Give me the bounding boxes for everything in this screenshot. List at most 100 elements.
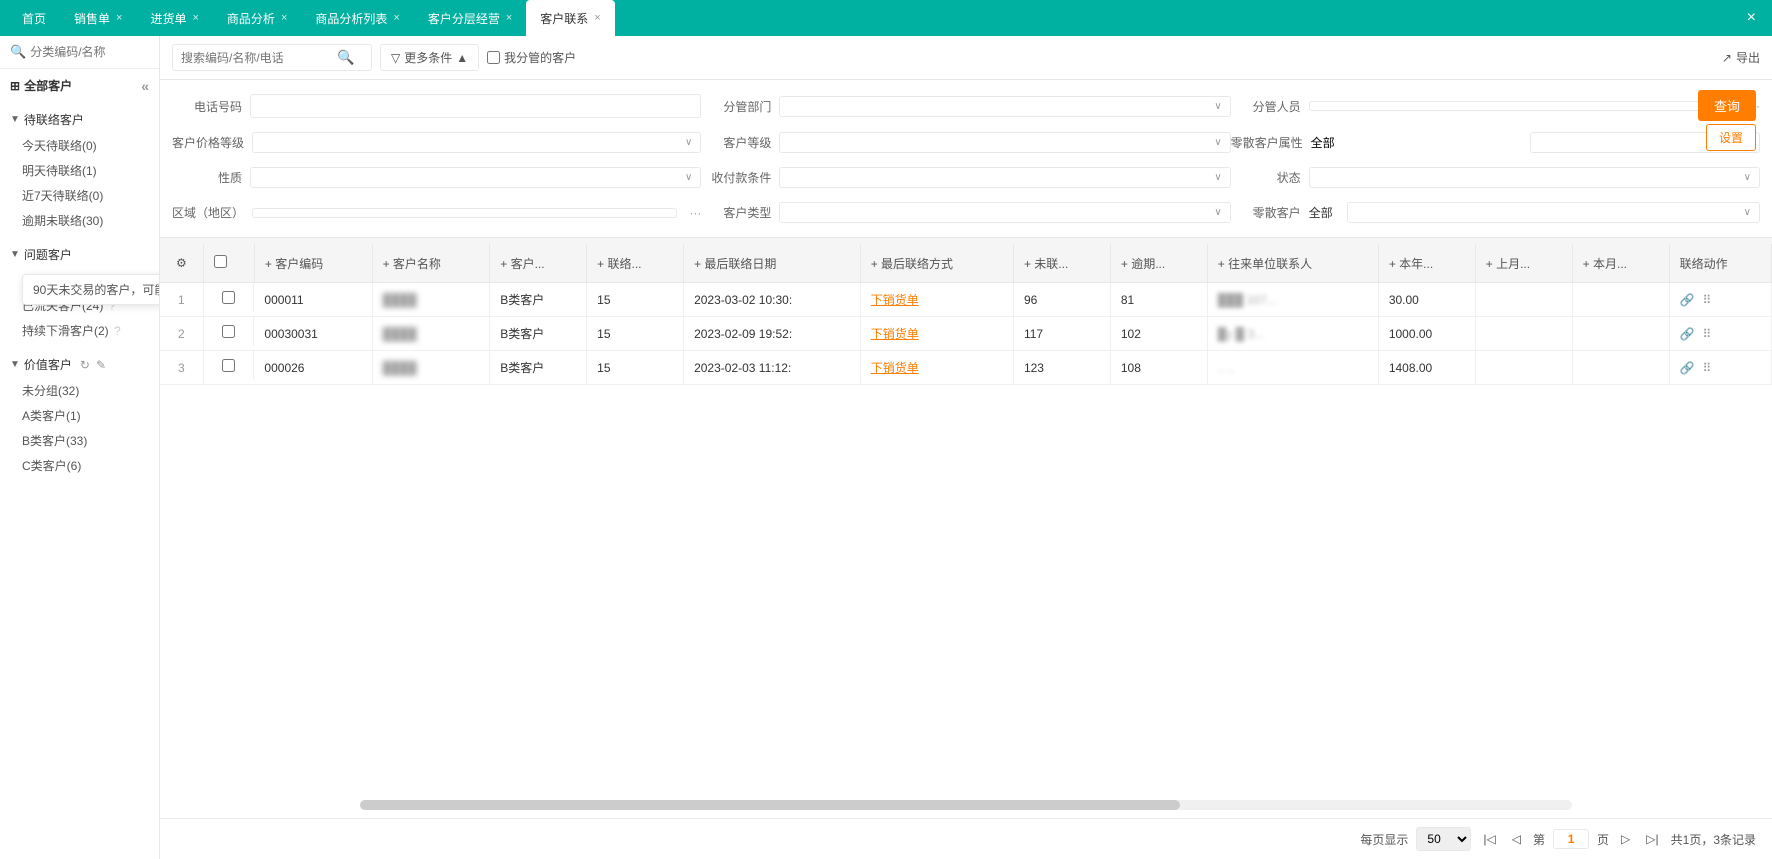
table-header-row: ⚙ + 客户编码 + 客户名称 + 客户...: [160, 244, 1772, 283]
search-bar: 🔍 ▽ 更多条件 ▲ 我分管的客户 ↗ 导出: [160, 36, 1772, 80]
type-select[interactable]: ∨: [779, 202, 1230, 223]
section-pending-title[interactable]: ▼ 待联络客户: [0, 106, 159, 133]
sidebar-a-customers[interactable]: A类客户(1): [0, 403, 159, 428]
tab-purchase-close[interactable]: ×: [192, 12, 198, 24]
row-person: █y █ 3...: [1207, 317, 1378, 351]
col-code-label: + 客户编码: [265, 257, 323, 271]
dept-chevron: ∨: [1214, 101, 1221, 112]
sidebar-search-input[interactable]: [30, 45, 160, 59]
sidebar-b-customers[interactable]: B类客户(33): [0, 428, 159, 453]
search-input-wrap: 🔍: [172, 44, 372, 71]
my-customers-checkbox[interactable]: [487, 51, 500, 64]
attr-value: 全部: [1311, 134, 1335, 151]
action-link-icon[interactable]: 🔗: [1680, 361, 1695, 375]
action-more-icon[interactable]: ⠿: [1703, 327, 1712, 341]
main-search-input[interactable]: [181, 51, 331, 65]
row-overdue: 102: [1110, 317, 1207, 351]
sidebar-all-customers[interactable]: ⊞ 全部客户 «: [0, 69, 159, 102]
section-pending-label: 待联络客户: [24, 111, 84, 128]
tab-sales[interactable]: 销售单 ×: [60, 0, 136, 36]
table-settings-icon[interactable]: ⚙: [170, 252, 193, 274]
sidebar-ungrouped[interactable]: 未分组(32): [0, 378, 159, 403]
row-last-method: 下销货单: [860, 283, 1013, 317]
tab-analysis-list-close[interactable]: ×: [393, 12, 399, 24]
section-pending: ▼ 待联络客户 今天待联络(0) 明天待联络(1) 近7天待联络(0) 逾期未联…: [0, 106, 159, 233]
action-more-icon[interactable]: ⠿: [1703, 293, 1712, 307]
tab-customer-contact[interactable]: 客户联系 ×: [526, 0, 614, 36]
price-level-select[interactable]: ∨: [252, 132, 701, 153]
refresh-icon[interactable]: ↻: [80, 358, 90, 372]
tab-customer-contact-close[interactable]: ×: [594, 12, 600, 24]
col-uncontact-label: + 未联...: [1024, 257, 1068, 271]
tab-analysis[interactable]: 商品分析 ×: [213, 0, 301, 36]
query-btn[interactable]: 查询: [1698, 90, 1756, 121]
person-label: 分管人员: [1231, 98, 1301, 115]
payment-select[interactable]: ∨: [779, 167, 1230, 188]
tab-purchase[interactable]: 进货单 ×: [136, 0, 212, 36]
attr-label: 零散客户属性: [1231, 134, 1303, 151]
edit-icon[interactable]: ✎: [96, 358, 106, 372]
action-link-icon[interactable]: 🔗: [1680, 327, 1695, 341]
tab-sales-close[interactable]: ×: [116, 12, 122, 24]
gender-select[interactable]: ∨: [250, 167, 701, 188]
per-page-select[interactable]: 50 20 100: [1416, 827, 1471, 851]
sidebar-tomorrow-pending[interactable]: 明天待联络(1): [0, 158, 159, 183]
action-more-icon[interactable]: ⠿: [1703, 361, 1712, 375]
col-last-date-label: + 最后联络日期: [694, 257, 776, 271]
row-method-link[interactable]: 下销货单: [871, 327, 919, 341]
col-settings[interactable]: ⚙: [160, 244, 203, 283]
section-value-label: 价值客户: [24, 356, 72, 373]
sidebar-tomorrow-pending-label: 明天待联络(1): [22, 164, 97, 178]
sidebar-declining[interactable]: 持续下滑客户(2) ?: [0, 318, 159, 343]
export-icon: ↗: [1722, 51, 1732, 65]
row-code: 00030031: [254, 317, 372, 351]
row-checkbox[interactable]: [222, 291, 235, 304]
collapse-icon[interactable]: «: [141, 78, 149, 94]
action-link-icon[interactable]: 🔗: [1680, 293, 1695, 307]
sidebar-today-pending[interactable]: 今天待联络(0): [0, 133, 159, 158]
main-search-btn[interactable]: 🔍: [337, 49, 354, 66]
row-num: 1: [160, 283, 203, 317]
region-select[interactable]: [252, 208, 677, 218]
page-input[interactable]: [1553, 829, 1589, 849]
close-all-tabs[interactable]: ×: [1739, 9, 1764, 27]
section-value-title[interactable]: ▼ 价值客户 ↻ ✎: [0, 351, 159, 378]
phone-input[interactable]: [250, 94, 701, 118]
row-checkbox[interactable]: [222, 359, 235, 372]
sidebar-c-customers[interactable]: C类客户(6): [0, 453, 159, 478]
export-btn[interactable]: ↗ 导出: [1722, 49, 1760, 66]
tab-analysis-list[interactable]: 商品分析列表 ×: [301, 0, 413, 36]
prev-page-btn[interactable]: ◁: [1508, 830, 1525, 848]
region-more[interactable]: ···: [689, 206, 701, 220]
section-problem-title[interactable]: ▼ 问题客户: [0, 241, 159, 268]
dept-select[interactable]: ∨: [779, 96, 1230, 117]
last-page-btn[interactable]: ▷|: [1642, 830, 1662, 848]
horizontal-scrollbar[interactable]: [360, 800, 1572, 810]
row-checkbox[interactable]: [222, 325, 235, 338]
cust-level-select[interactable]: ∨: [779, 132, 1230, 153]
sidebar-overdue-pending[interactable]: 逾期未联络(30): [0, 208, 159, 233]
settings-btn[interactable]: 设置: [1706, 124, 1756, 151]
row-method-link[interactable]: 下销货单: [871, 293, 919, 307]
tab-analysis-close[interactable]: ×: [281, 12, 287, 24]
sidebar-week-pending[interactable]: 近7天待联络(0): [0, 183, 159, 208]
status-select[interactable]: ∨: [1309, 167, 1760, 188]
col-checkbox: [203, 244, 254, 283]
more-filters-btn[interactable]: ▽ 更多条件 ▲: [380, 44, 479, 71]
tab-customer-layer-close[interactable]: ×: [506, 12, 512, 24]
row-checkbox-cell: [204, 317, 255, 346]
tab-home[interactable]: 首页: [8, 0, 60, 36]
retail-select[interactable]: ∨: [1347, 202, 1760, 223]
first-page-btn[interactable]: |◁: [1479, 830, 1499, 848]
select-all-checkbox[interactable]: [214, 255, 227, 268]
tab-customer-layer[interactable]: 客户分层经营 ×: [414, 0, 526, 36]
my-customers-label: 我分管的客户: [504, 49, 576, 66]
person-select[interactable]: [1309, 101, 1736, 111]
table-footer: 每页显示 50 20 100 |◁ ◁ 第 页 ▷ ▷| 共1页，3条记录: [160, 818, 1772, 859]
col-action: 联络动作: [1669, 244, 1771, 283]
next-page-btn[interactable]: ▷: [1617, 830, 1634, 848]
row-method-link[interactable]: 下销货单: [871, 361, 919, 375]
row-person: ███ 107...: [1207, 283, 1378, 317]
row-type: B类客户: [490, 283, 587, 317]
tab-purchase-label: 进货单: [150, 10, 186, 27]
